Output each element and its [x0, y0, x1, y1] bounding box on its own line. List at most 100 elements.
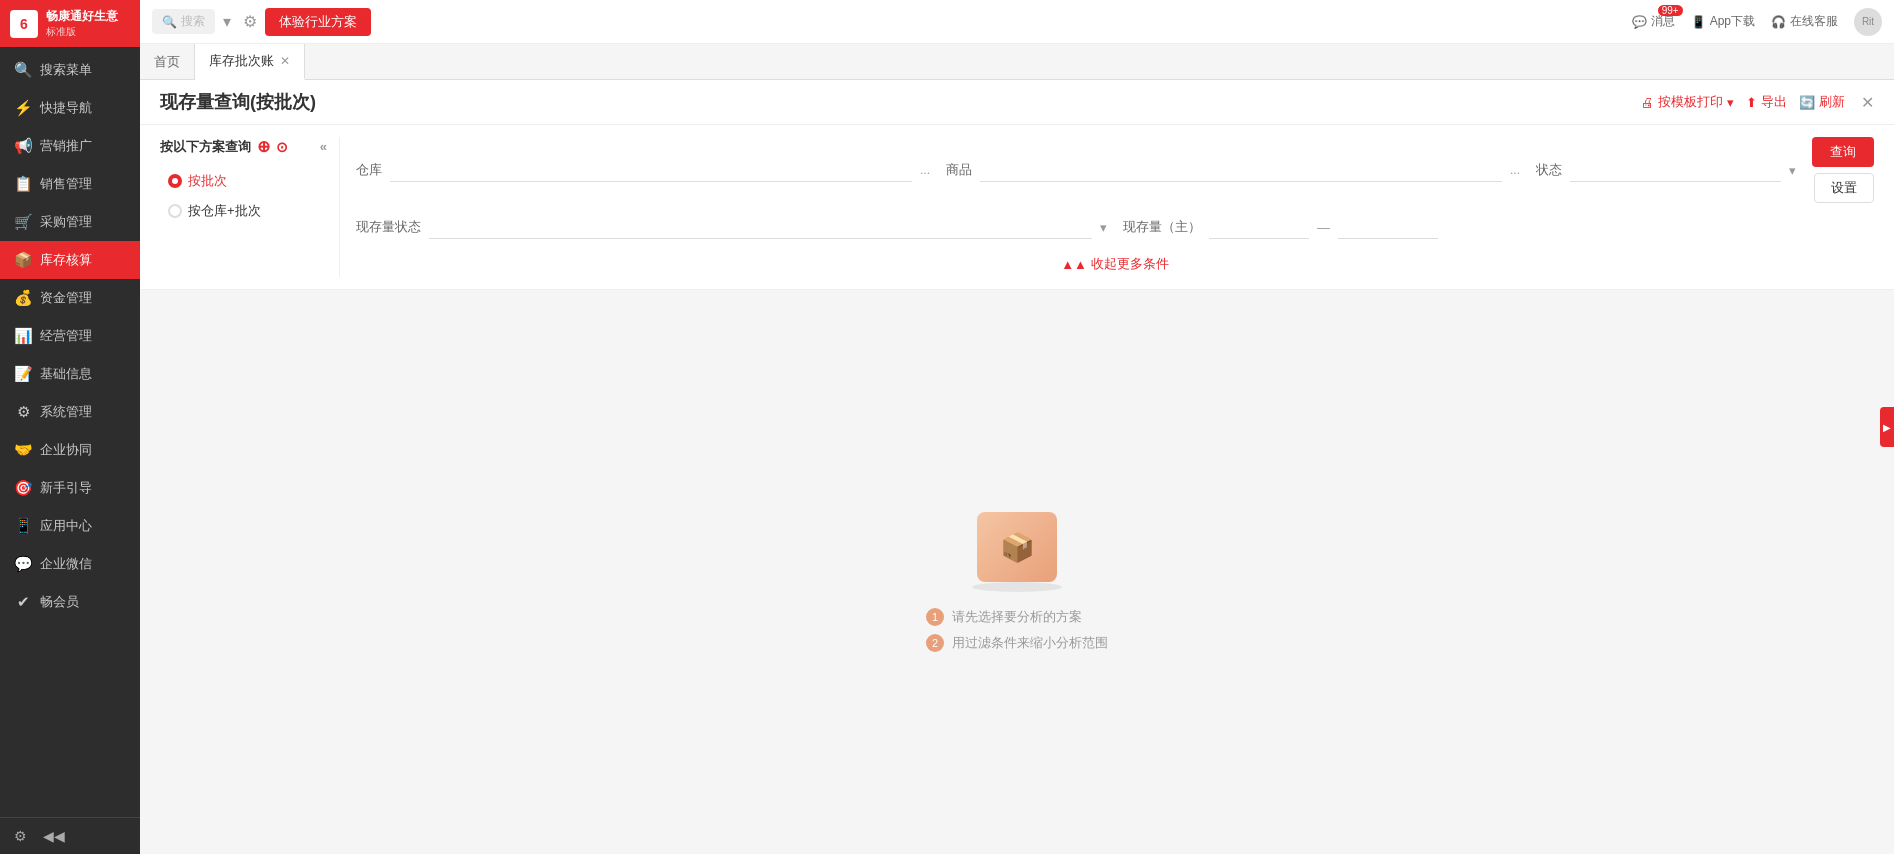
sidebar-item-newbie[interactable]: 🎯 新手引导 [0, 469, 140, 507]
settings-icon[interactable]: ⚙ [14, 828, 27, 844]
sidebar-item-apps[interactable]: 📱应用中心 [0, 507, 140, 545]
print-dropdown-icon[interactable]: ▾ [1727, 95, 1734, 110]
user-avatar-action[interactable]: Rit [1854, 8, 1882, 36]
sidebar-item-inventory[interactable]: 📦库存核算 [0, 241, 140, 279]
radio-by-warehouse-batch [168, 204, 182, 218]
tab-label-home: 首页 [154, 44, 180, 80]
empty-shadow [972, 582, 1062, 592]
stock-status-input[interactable] [429, 215, 1092, 239]
sidebar-icon-operations: 📊 [14, 327, 32, 345]
sidebar-label-sales: 销售管理 [40, 175, 92, 193]
status-label: 状态 [1536, 161, 1562, 179]
topbar-actions: 💬 消息 99+ 📱 App下载 🎧 在线客服 Rit [1632, 8, 1882, 36]
query-btn[interactable]: 查询 [1812, 137, 1874, 167]
filter-row-1: 仓库 ... 商品 ... 状态 ▾ 查询 [356, 137, 1874, 203]
sidebar-icon-wechat: 💬 [14, 555, 32, 573]
sidebar-item-operations[interactable]: 📊 经营管理 [0, 317, 140, 355]
sidebar-item-wechat[interactable]: 💬企业微信 [0, 545, 140, 583]
print-action[interactable]: 🖨 按模板打印 ▾ [1641, 93, 1734, 111]
headset-icon: 🎧 [1771, 15, 1786, 29]
status-dropdown-icon[interactable]: ▾ [1789, 163, 1796, 178]
topbar-search-box[interactable]: 🔍 搜索 [152, 9, 215, 34]
sidebar-nav: 🔍搜索菜单⚡快捷导航📢营销推广📋销售管理🛒采购管理📦库存核算💰资金管理 📊 经营管理… [0, 47, 140, 817]
settings-scheme-icon[interactable]: ⊙ [276, 139, 288, 155]
page-header: 现存量查询(按批次) 🖨 按模板打印 ▾ ⬆ 导出 🔄 刷新 [140, 80, 1894, 125]
goods-more-btn[interactable]: ... [1510, 163, 1520, 177]
scheme-by-batch[interactable]: 按批次 [160, 166, 327, 196]
sidebar-item-quick-nav[interactable]: ⚡快捷导航 [0, 89, 140, 127]
sidebar-item-marketing[interactable]: 📢营销推广 [0, 127, 140, 165]
sidebar-icon-inventory: 📦 [14, 251, 32, 269]
add-scheme-icon[interactable]: ⊕ [257, 137, 270, 156]
tab-inventory-batch[interactable]: 库存批次账✕ [195, 44, 305, 80]
topbar: 🔍 搜索 ▾ ⚙ 体验行业方案 💬 消息 99+ 📱 App下载 🎧 在线客服 [140, 0, 1894, 44]
sidebar-item-system[interactable]: ⚙系统管理 [0, 393, 140, 431]
sidebar-icon-newbie: 🎯 [14, 479, 32, 497]
sidebar-item-vip[interactable]: ✔畅会员 [0, 583, 140, 621]
export-icon: ⬆ [1746, 95, 1757, 110]
customer-service-action[interactable]: 🎧 在线客服 [1771, 13, 1838, 30]
sidebar-item-enterprise[interactable]: 🤝企业协同 [0, 431, 140, 469]
status-input[interactable] [1570, 158, 1781, 182]
warehouse-label: 仓库 [356, 161, 382, 179]
sidebar-label-operations: 经营管理 [40, 327, 92, 345]
filter-collapse-row[interactable]: ▲▲ 收起更多条件 [356, 251, 1874, 277]
collapse-scheme-btn[interactable]: « [320, 139, 327, 154]
message-icon: 💬 [1632, 15, 1647, 29]
goods-input[interactable] [980, 158, 1502, 182]
settings-btn[interactable]: 设置 [1814, 173, 1874, 203]
page-close-btn[interactable]: ✕ [1861, 93, 1874, 112]
sidebar-edition: 标准版 [46, 25, 118, 39]
stock-status-dropdown-icon[interactable]: ▾ [1100, 220, 1107, 235]
customer-service-label: 在线客服 [1790, 13, 1838, 30]
scheme-by-warehouse-batch[interactable]: 按仓库+批次 [160, 196, 327, 226]
collapse-icon[interactable]: ◀◀ [43, 828, 65, 844]
sidebar-label-marketing: 营销推广 [40, 137, 92, 155]
app-download-action[interactable]: 📱 App下载 [1691, 13, 1755, 30]
stock-qty-field: 现存量（主） — [1123, 215, 1874, 239]
messages-action[interactable]: 💬 消息 99+ [1632, 13, 1675, 30]
sidebar-item-finance[interactable]: 💰资金管理 [0, 279, 140, 317]
stock-qty-min-input[interactable] [1209, 215, 1309, 239]
stock-qty-max-input[interactable] [1338, 215, 1438, 239]
sidebar-icon-enterprise: 🤝 [14, 441, 32, 459]
dropdown-icon[interactable]: ▾ [223, 12, 231, 31]
sidebar-item-sales[interactable]: 📋销售管理 [0, 165, 140, 203]
tabbar: 首页库存批次账✕ [140, 44, 1894, 80]
tab-close-inventory-batch[interactable]: ✕ [280, 43, 290, 79]
status-field: 状态 ▾ [1536, 158, 1796, 182]
collapse-label: 收起更多条件 [1091, 255, 1169, 273]
collapse-up-icon: ▲▲ [1061, 257, 1087, 272]
search-icon: 🔍 [162, 15, 177, 29]
sidebar-icon-finance: 💰 [14, 289, 32, 307]
empty-icon: 📦 [957, 492, 1077, 592]
warehouse-input[interactable] [390, 158, 912, 182]
sidebar-item-search[interactable]: 🔍搜索菜单 [0, 51, 140, 89]
warehouse-more-btn[interactable]: ... [920, 163, 930, 177]
export-action[interactable]: ⬆ 导出 [1746, 93, 1787, 111]
sidebar-label-search: 搜索菜单 [40, 61, 92, 79]
stock-qty-label: 现存量（主） [1123, 218, 1201, 236]
right-panel-toggle[interactable]: ▶ [1880, 407, 1894, 447]
app-download-label: App下载 [1710, 13, 1755, 30]
step-num-1: 1 [926, 608, 944, 626]
print-icon: 🖨 [1641, 95, 1654, 110]
experience-btn[interactable]: 体验行业方案 [265, 8, 371, 36]
refresh-action[interactable]: 🔄 刷新 [1799, 93, 1845, 111]
empty-box: 📦 [977, 512, 1057, 582]
sidebar-item-purchase[interactable]: 🛒采购管理 [0, 203, 140, 241]
phone-icon: 📱 [1691, 15, 1706, 29]
filter-scheme-panel: 按以下方案查询 ⊕ ⊙ « 按批次 按仓库+批次 [160, 137, 340, 277]
query-actions: 查询 设置 [1812, 137, 1874, 203]
filter-scheme-header: 按以下方案查询 ⊕ ⊙ « [160, 137, 327, 156]
sidebar-icon-purchase: 🛒 [14, 213, 32, 231]
filter-panel: 按以下方案查询 ⊕ ⊙ « 按批次 按仓库+批次 [140, 125, 1894, 290]
gear-icon[interactable]: ⚙ [243, 12, 257, 31]
sidebar-label-newbie: 新手引导 [40, 479, 92, 497]
sidebar-item-basic[interactable]: 📝基础信息 [0, 355, 140, 393]
tab-home[interactable]: 首页 [140, 44, 195, 80]
sidebar-label-basic: 基础信息 [40, 365, 92, 383]
sidebar: 6 畅康通好生意 标准版 🔍搜索菜单⚡快捷导航📢营销推广📋销售管理🛒采购管理📦库… [0, 0, 140, 854]
messages-badge: 99+ [1658, 5, 1683, 16]
goods-field: 商品 ... [946, 158, 1520, 182]
